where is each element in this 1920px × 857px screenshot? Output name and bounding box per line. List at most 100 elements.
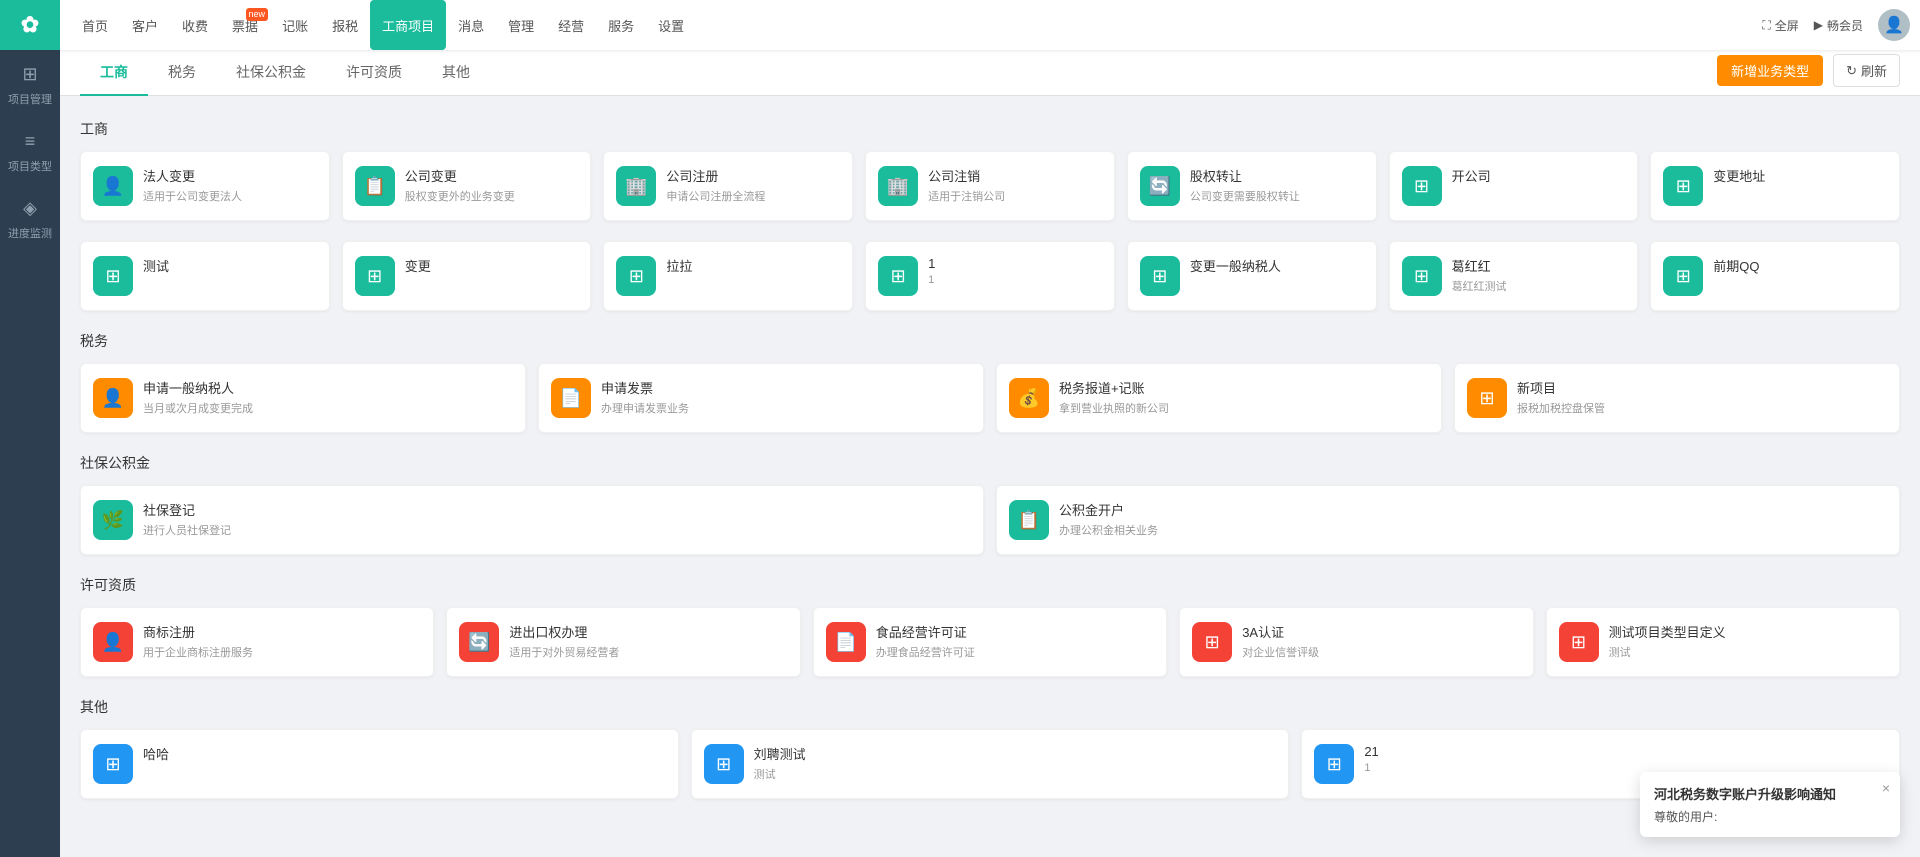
card-icon-test: ⊞: [93, 256, 133, 296]
card-new-project[interactable]: ⊞ 新项目 报税加税控盘保管: [1454, 363, 1900, 433]
card-legal-change[interactable]: 👤 法人变更 适用于公司变更法人: [80, 151, 330, 221]
card-haha[interactable]: ⊞ 哈哈: [80, 729, 679, 799]
sidebar: ✿ ⊞ 项目管理 ≡ 项目类型 ◈ 进度监测: [0, 0, 60, 857]
card-icon-haha: ⊞: [93, 744, 133, 784]
sidebar-item-project-manage[interactable]: ⊞ 项目管理: [0, 50, 60, 117]
card-info-change-taxpayer: 变更一般纳税人: [1190, 256, 1364, 278]
card-test[interactable]: ⊞ 测试: [80, 241, 330, 311]
card-change-taxpayer[interactable]: ⊞ 变更一般纳税人: [1127, 241, 1377, 311]
card-apply-taxpayer[interactable]: 👤 申请一般纳税人 当月或次月成变更完成: [80, 363, 526, 433]
card-info-open-company: 开公司: [1452, 166, 1626, 188]
card-desc-apply-invoice: 办理申请发票业务: [601, 400, 971, 416]
card-name-liu-peng-test: 刘聘测试: [754, 744, 1277, 763]
card-liu-peng-test[interactable]: ⊞ 刘聘测试 测试: [691, 729, 1290, 799]
card-name-ge-hong-hong: 葛红红: [1452, 256, 1626, 275]
nav-operation[interactable]: 经营: [546, 0, 596, 50]
section-title-xuke: 许可资质: [80, 575, 1900, 595]
card-info-liu-peng-test: 刘聘测试 测试: [754, 744, 1277, 782]
sidebar-item-progress-monitor[interactable]: ◈ 进度监测: [0, 184, 60, 251]
card-info-test-project-type: 测试项目类型目定义 测试: [1609, 622, 1887, 660]
nav-billing[interactable]: 收费: [170, 0, 220, 50]
card-one[interactable]: ⊞ 1 1: [865, 241, 1115, 311]
tabs-bar: 工商 税务 社保公积金 许可资质 其他 新增业务类型 ↻ 刷新: [60, 50, 1920, 96]
card-icon-trademark: 👤: [93, 622, 133, 662]
card-name-tax-report: 税务报道+记账: [1059, 378, 1429, 397]
card-info-change: 变更: [405, 256, 579, 278]
card-tax-report[interactable]: 💰 税务报道+记账 拿到营业执照的新公司: [996, 363, 1442, 433]
notification-popup: × 河北税务数字账户升级影响通知 尊敬的用户:: [1640, 772, 1900, 837]
nav-message[interactable]: 消息: [446, 0, 496, 50]
vip-btn[interactable]: ▶ 畅会员: [1814, 17, 1863, 34]
nav-service[interactable]: 服务: [596, 0, 646, 50]
notification-close-button[interactable]: ×: [1882, 780, 1890, 796]
card-apply-invoice[interactable]: 📄 申请发票 办理申请发票业务: [538, 363, 984, 433]
card-ge-hong-hong[interactable]: ⊞ 葛红红 葛红红测试: [1389, 241, 1639, 311]
card-fund-open[interactable]: 📋 公积金开户 办理公积金相关业务: [996, 485, 1900, 555]
card-icon-open-company: ⊞: [1402, 166, 1442, 206]
nav-industry[interactable]: 工商项目: [370, 0, 446, 50]
card-company-change[interactable]: 📋 公司变更 股权变更外的业务变更: [342, 151, 592, 221]
card-icon-one: ⊞: [878, 256, 918, 296]
avatar[interactable]: 👤: [1878, 9, 1910, 41]
card-desc-fund-open: 办理公积金相关业务: [1059, 522, 1887, 538]
card-icon-new-project: ⊞: [1467, 378, 1507, 418]
card-info-change-address: 变更地址: [1713, 166, 1887, 188]
section-title-shuiwu: 税务: [80, 331, 1900, 351]
card-name-3a-cert: 3A认证: [1242, 622, 1520, 641]
card-desc-food-license: 办理食品经营许可证: [876, 644, 1154, 660]
card-name-company-change: 公司变更: [405, 166, 579, 185]
card-name-company-register: 公司注册: [666, 166, 840, 185]
card-equity-transfer[interactable]: 🔄 股权转让 公司变更需要股权转让: [1127, 151, 1377, 221]
new-type-button[interactable]: 新增业务类型: [1717, 55, 1823, 86]
sidebar-item-project-type[interactable]: ≡ 项目类型: [0, 117, 60, 184]
fullscreen-btn[interactable]: ⛶ 全屏: [1762, 17, 1798, 34]
tab-gongshang[interactable]: 工商: [80, 50, 148, 96]
card-change-address[interactable]: ⊞ 变更地址: [1650, 151, 1900, 221]
card-icon-change-address: ⊞: [1663, 166, 1703, 206]
card-desc-legal-change: 适用于公司变更法人: [143, 188, 317, 204]
nav-settings[interactable]: 设置: [646, 0, 696, 50]
nav-invoice[interactable]: 票据 new: [220, 0, 270, 50]
card-info-trademark: 商标注册 用于企业商标注册服务: [143, 622, 421, 660]
card-change[interactable]: ⊞ 变更: [342, 241, 592, 311]
card-name-fund-open: 公积金开户: [1059, 500, 1887, 519]
card-name-twenty-one: 21: [1364, 744, 1887, 759]
card-open-company[interactable]: ⊞ 开公司: [1389, 151, 1639, 221]
card-desc-apply-taxpayer: 当月或次月成变更完成: [143, 400, 513, 416]
nav-home[interactable]: 首页: [70, 0, 120, 50]
card-desc-test-project-type: 测试: [1609, 644, 1887, 660]
card-icon-ge-hong-hong: ⊞: [1402, 256, 1442, 296]
card-icon-liu-peng-test: ⊞: [704, 744, 744, 784]
card-info-company-cancel: 公司注销 适用于注销公司: [928, 166, 1102, 204]
nav-tax[interactable]: 报税: [320, 0, 370, 50]
card-test-project-type[interactable]: ⊞ 测试项目类型目定义 测试: [1546, 607, 1900, 677]
card-social-register[interactable]: 🌿 社保登记 进行人员社保登记: [80, 485, 984, 555]
fullscreen-label: 全屏: [1775, 17, 1799, 34]
card-import-export[interactable]: 🔄 进出口权办理 适用于对外贸易经营者: [446, 607, 800, 677]
card-icon-twenty-one: ⊞: [1314, 744, 1354, 784]
nav-customer[interactable]: 客户: [120, 0, 170, 50]
card-trademark[interactable]: 👤 商标注册 用于企业商标注册服务: [80, 607, 434, 677]
tab-qita[interactable]: 其他: [422, 50, 490, 96]
card-desc-trademark: 用于企业商标注册服务: [143, 644, 421, 660]
card-lala[interactable]: ⊞ 拉拉: [603, 241, 853, 311]
card-company-cancel[interactable]: 🏢 公司注销 适用于注销公司: [865, 151, 1115, 221]
card-early-qq[interactable]: ⊞ 前期QQ: [1650, 241, 1900, 311]
refresh-button[interactable]: ↻ 刷新: [1833, 54, 1900, 87]
tab-shebao[interactable]: 社保公积金: [216, 50, 326, 96]
card-desc-company-change: 股权变更外的业务变更: [405, 188, 579, 204]
card-icon-change: ⊞: [355, 256, 395, 296]
gongshang-row2: ⊞ 测试 ⊞ 变更 ⊞ 拉拉: [80, 241, 1900, 311]
card-food-license[interactable]: 📄 食品经营许可证 办理食品经营许可证: [813, 607, 1167, 677]
tab-shuiwu[interactable]: 税务: [148, 50, 216, 96]
card-desc-3a-cert: 对企业信誉评级: [1242, 644, 1520, 660]
tab-xuke[interactable]: 许可资质: [326, 50, 422, 96]
card-info-haha: 哈哈: [143, 744, 666, 766]
nav-manage[interactable]: 管理: [496, 0, 546, 50]
card-company-register[interactable]: 🏢 公司注册 申请公司注册全流程: [603, 151, 853, 221]
nav-accounting[interactable]: 记账: [270, 0, 320, 50]
card-name-equity-transfer: 股权转让: [1190, 166, 1364, 185]
card-3a-cert[interactable]: ⊞ 3A认证 对企业信誉评级: [1179, 607, 1533, 677]
card-desc-social-register: 进行人员社保登记: [143, 522, 971, 538]
card-name-lala: 拉拉: [666, 256, 840, 275]
